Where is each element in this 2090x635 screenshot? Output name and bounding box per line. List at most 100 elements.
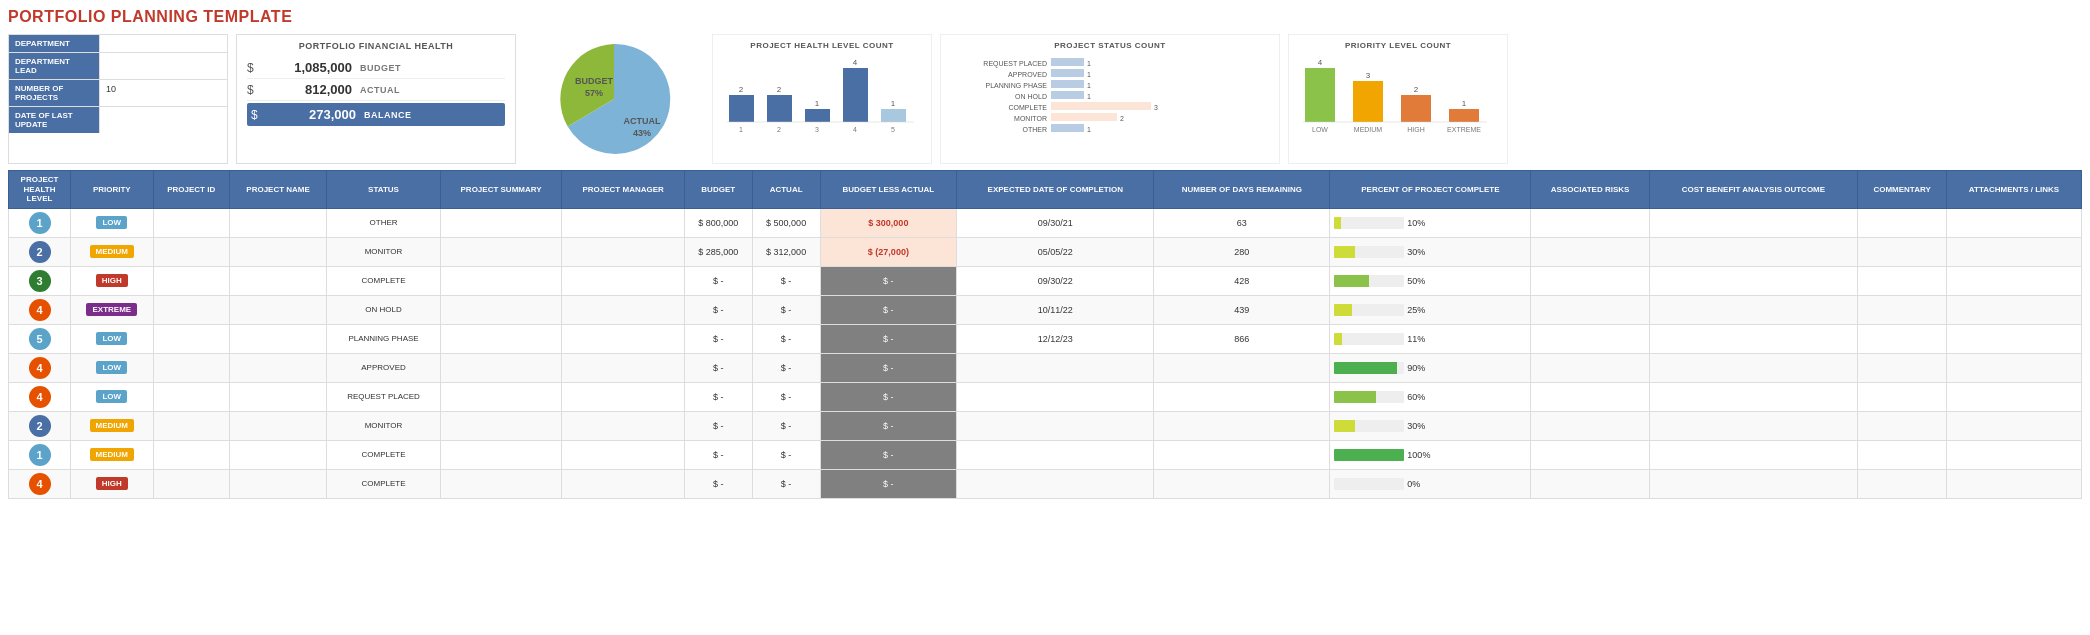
manager-cell[interactable] (562, 237, 684, 266)
summary-cell[interactable] (440, 237, 562, 266)
risks-cell[interactable] (1531, 266, 1649, 295)
risks-cell[interactable] (1531, 353, 1649, 382)
commentary-cell[interactable] (1858, 295, 1947, 324)
project-name-cell[interactable] (229, 469, 327, 498)
cost-benefit-cell[interactable] (1649, 237, 1857, 266)
attachments-cell[interactable] (1947, 411, 2082, 440)
attachments-cell[interactable] (1947, 295, 2082, 324)
risks-cell[interactable] (1531, 295, 1649, 324)
manager-cell[interactable] (562, 208, 684, 237)
last-update-value[interactable] (99, 107, 227, 133)
summary-cell[interactable] (440, 266, 562, 295)
project-name-cell[interactable] (229, 208, 327, 237)
department-label: DEPARTMENT (9, 35, 99, 52)
actual-dollar: $ (247, 83, 262, 97)
manager-cell[interactable] (562, 440, 684, 469)
project-name-cell[interactable] (229, 237, 327, 266)
project-id-cell[interactable] (153, 295, 229, 324)
commentary-cell[interactable] (1858, 469, 1947, 498)
summary-cell[interactable] (440, 295, 562, 324)
manager-cell[interactable] (562, 295, 684, 324)
project-name-cell[interactable] (229, 382, 327, 411)
cost-benefit-cell[interactable] (1649, 324, 1857, 353)
project-id-cell[interactable] (153, 440, 229, 469)
manager-cell[interactable] (562, 382, 684, 411)
num-projects-value[interactable]: 10 (99, 80, 227, 106)
actual-cell: $ - (752, 382, 820, 411)
budget-dollar: $ (247, 61, 262, 75)
project-name-cell[interactable] (229, 440, 327, 469)
risks-cell[interactable] (1531, 208, 1649, 237)
manager-cell[interactable] (562, 266, 684, 295)
summary-cell[interactable] (440, 382, 562, 411)
commentary-cell[interactable] (1858, 382, 1947, 411)
attachments-cell[interactable] (1947, 382, 2082, 411)
attachments-cell[interactable] (1947, 266, 2082, 295)
attachments-cell[interactable] (1947, 208, 2082, 237)
budget-less-actual-cell: $ - (820, 469, 957, 498)
attachments-cell[interactable] (1947, 237, 2082, 266)
percent-complete-cell: 50% (1330, 266, 1531, 295)
cost-benefit-cell[interactable] (1649, 411, 1857, 440)
project-name-cell[interactable] (229, 353, 327, 382)
project-id-cell[interactable] (153, 266, 229, 295)
project-name-cell[interactable] (229, 411, 327, 440)
manager-cell[interactable] (562, 411, 684, 440)
commentary-cell[interactable] (1858, 411, 1947, 440)
project-id-cell[interactable] (153, 469, 229, 498)
summary-cell[interactable] (440, 411, 562, 440)
manager-cell[interactable] (562, 469, 684, 498)
commentary-cell[interactable] (1858, 440, 1947, 469)
risks-cell[interactable] (1531, 382, 1649, 411)
summary-cell[interactable] (440, 208, 562, 237)
commentary-cell[interactable] (1858, 208, 1947, 237)
summary-cell[interactable] (440, 353, 562, 382)
expected-date-cell: 09/30/22 (957, 266, 1154, 295)
actual-cell: $ - (752, 353, 820, 382)
status-val-5: 3 (1154, 104, 1158, 111)
commentary-cell[interactable] (1858, 324, 1947, 353)
th-manager: PROJECT MANAGER (562, 171, 684, 209)
project-name-cell[interactable] (229, 295, 327, 324)
project-name-cell[interactable] (229, 324, 327, 353)
cost-benefit-cell[interactable] (1649, 440, 1857, 469)
project-id-cell[interactable] (153, 382, 229, 411)
bar-xlabel-2: 2 (777, 126, 781, 133)
commentary-cell[interactable] (1858, 353, 1947, 382)
budget-pie-label: BUDGET (575, 76, 614, 86)
risks-cell[interactable] (1531, 440, 1649, 469)
manager-cell[interactable] (562, 324, 684, 353)
cost-benefit-cell[interactable] (1649, 353, 1857, 382)
department-value[interactable] (99, 35, 227, 52)
commentary-cell[interactable] (1858, 237, 1947, 266)
dept-lead-value[interactable] (99, 53, 227, 79)
cost-benefit-cell[interactable] (1649, 295, 1857, 324)
cost-benefit-cell[interactable] (1649, 469, 1857, 498)
cost-benefit-cell[interactable] (1649, 382, 1857, 411)
commentary-cell[interactable] (1858, 266, 1947, 295)
project-id-cell[interactable] (153, 353, 229, 382)
attachments-cell[interactable] (1947, 324, 2082, 353)
financial-panel: PORTFOLIO FINANCIAL HEALTH $ 1,085,000 B… (236, 34, 516, 164)
project-id-cell[interactable] (153, 208, 229, 237)
summary-cell[interactable] (440, 324, 562, 353)
attachments-cell[interactable] (1947, 440, 2082, 469)
risks-cell[interactable] (1531, 411, 1649, 440)
project-id-cell[interactable] (153, 237, 229, 266)
project-name-cell[interactable] (229, 266, 327, 295)
risks-cell[interactable] (1531, 237, 1649, 266)
manager-cell[interactable] (562, 353, 684, 382)
attachments-cell[interactable] (1947, 353, 2082, 382)
budget-cell: $ - (684, 411, 752, 440)
summary-cell[interactable] (440, 440, 562, 469)
project-id-cell[interactable] (153, 411, 229, 440)
table-row: 1LOWOTHER$ 800,000$ 500,000$ 300,00009/3… (9, 208, 2082, 237)
risks-cell[interactable] (1531, 324, 1649, 353)
attachments-cell[interactable] (1947, 469, 2082, 498)
project-id-cell[interactable] (153, 324, 229, 353)
th-actual: ACTUAL (752, 171, 820, 209)
risks-cell[interactable] (1531, 469, 1649, 498)
cost-benefit-cell[interactable] (1649, 208, 1857, 237)
cost-benefit-cell[interactable] (1649, 266, 1857, 295)
summary-cell[interactable] (440, 469, 562, 498)
